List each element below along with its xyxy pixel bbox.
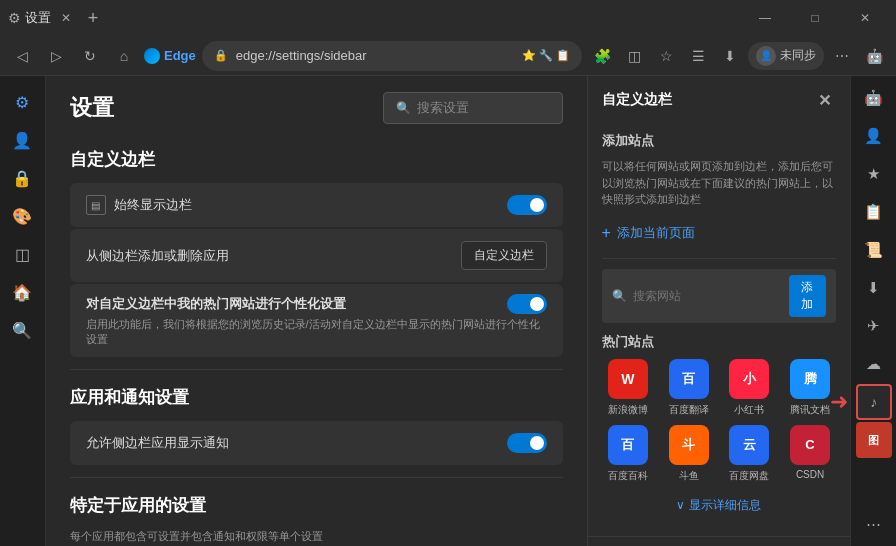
add-sites-desc: 可以将任何网站或网页添加到边栏，添加后您可以浏览热门网站或在下面建议的热门网站上… bbox=[602, 158, 837, 208]
baidu-wiki-icon: 百 bbox=[608, 425, 648, 465]
right-custom-sidebar-panel: 自定义边栏 ✕ 添加站点 可以将任何网站或网页添加到边栏，添加后您可以浏览热门网… bbox=[587, 76, 851, 546]
panel-divider1 bbox=[602, 258, 837, 259]
profile-btn[interactable]: 👤 未同步 bbox=[748, 42, 824, 70]
add-sites-title: 添加站点 bbox=[602, 132, 837, 150]
home-btn[interactable]: ⌂ bbox=[110, 42, 138, 70]
weibo-icon: W bbox=[608, 359, 648, 399]
always-show-row: ▤ 始终显示边栏 bbox=[70, 183, 563, 227]
minimize-btn[interactable]: — bbox=[742, 0, 788, 36]
hot-site-baidu-translate[interactable]: 百 百度翻译 bbox=[662, 359, 715, 417]
nav-profiles[interactable]: 👤 bbox=[4, 122, 40, 158]
avatar: 👤 bbox=[756, 46, 776, 66]
tab-close[interactable]: ✕ bbox=[61, 11, 71, 25]
douyu-icon: 斗 bbox=[669, 425, 709, 465]
left-nav: ⚙ 👤 🔒 🎨 ◫ 🏠 🔍 bbox=[0, 76, 46, 546]
new-tab-btn[interactable]: + bbox=[79, 4, 107, 32]
back-btn[interactable]: ◁ bbox=[8, 42, 36, 70]
hot-site-tencent-docs[interactable]: 腾 腾讯文档 bbox=[784, 359, 837, 417]
url-bar[interactable]: 🔒 edge://settings/sidebar ⭐ 🔧 📋 bbox=[202, 41, 582, 71]
hot-sites-grid: W 新浪微博 百 百度翻译 小 小红书 腾 腾讯文档 bbox=[602, 359, 837, 483]
apps-notifications-title: 应用和通知设置 bbox=[70, 386, 563, 409]
customize-sidebar-title: 自定义边栏 bbox=[70, 148, 563, 171]
fav-btn[interactable]: ☆ bbox=[652, 42, 680, 70]
settings-content: 自定义边栏 ▤ 始终显示边栏 从侧边栏添加或删除应用 自定义边栏 对自定义边栏中… bbox=[46, 148, 587, 546]
rs-favorites-icon[interactable]: ★ bbox=[856, 156, 892, 192]
personalize-row: 对自定义边栏中我的热门网站进行个性化设置 启用此功能后，我们将根据您的浏览历史记… bbox=[70, 284, 563, 357]
copilot-btn[interactable]: 🤖 bbox=[860, 42, 888, 70]
nav-privacy[interactable]: 🔒 bbox=[4, 160, 40, 196]
panel-divider2 bbox=[588, 536, 851, 537]
right-panel-header: 自定义边栏 ✕ bbox=[588, 76, 851, 124]
baidu-translate-icon: 百 bbox=[669, 359, 709, 399]
main-layout: ⚙ 👤 🔒 🎨 ◫ 🏠 🔍 设置 🔍 搜索设置 自定义边栏 ▤ 始终显示边栏 bbox=[0, 76, 896, 546]
titlebar: ⚙ 设置 ✕ + — □ ✕ bbox=[0, 0, 896, 36]
customize-sidebar-btn[interactable]: 自定义边栏 bbox=[461, 241, 547, 270]
notifications-toggle[interactable] bbox=[507, 433, 547, 453]
nav-sidebar[interactable]: ◫ bbox=[4, 236, 40, 272]
personalize-desc: 启用此功能后，我们将根据您的浏览历史记录/活动对自定义边栏中显示的热门网站进行个… bbox=[86, 317, 547, 347]
collections-btn[interactable]: ☰ bbox=[684, 42, 712, 70]
rs-share-icon[interactable]: ✈ bbox=[856, 308, 892, 344]
rs-profile-icon[interactable]: 👤 bbox=[856, 118, 892, 154]
site-search-bar: 🔍 添加 bbox=[602, 269, 837, 323]
tencent-docs-icon: 腾 bbox=[790, 359, 830, 399]
settings-search-bar[interactable]: 🔍 搜索设置 bbox=[383, 92, 563, 124]
xiaohongshu-icon: 小 bbox=[729, 359, 769, 399]
settings-header: 设置 🔍 搜索设置 bbox=[46, 76, 587, 132]
add-current-page-btn[interactable]: + 添加当前页面 bbox=[602, 218, 837, 248]
specific-apps-title: 特定于应用的设置 bbox=[70, 494, 563, 517]
rs-history-icon[interactable]: 📜 bbox=[856, 232, 892, 268]
rs-collections-icon[interactable]: 📋 bbox=[856, 194, 892, 230]
sidebar-icon: ▤ bbox=[86, 195, 106, 215]
add-sites-section: 添加站点 可以将任何网站或网页添加到边栏，添加后您可以浏览热门网站或在下面建议的… bbox=[588, 124, 851, 526]
right-panel-close-btn[interactable]: ✕ bbox=[812, 88, 836, 112]
hot-site-csdn[interactable]: C CSDN bbox=[784, 425, 837, 483]
rs-copilot-icon[interactable]: 🤖 bbox=[856, 80, 892, 116]
close-btn[interactable]: ✕ bbox=[842, 0, 888, 36]
add-site-btn[interactable]: 添加 bbox=[789, 275, 827, 317]
hot-site-weibo[interactable]: W 新浪微博 bbox=[602, 359, 655, 417]
add-remove-row: 从侧边栏添加或删除应用 自定义边栏 bbox=[70, 229, 563, 282]
specific-apps-desc: 每个应用都包含可设置并包含通知和权限等单个设置 bbox=[70, 529, 563, 544]
rs-cloud-icon[interactable]: ☁ bbox=[856, 346, 892, 382]
baidu-pan-icon: 云 bbox=[729, 425, 769, 465]
right-sidebar: 🤖 👤 ★ 📋 📜 ⬇ ✈ ☁ ♪ ➜ 图 ⋯ bbox=[850, 76, 896, 546]
settings-panel: 设置 🔍 搜索设置 自定义边栏 ▤ 始终显示边栏 从侧边栏添加或删除应用 自定义… bbox=[46, 76, 587, 546]
hot-site-baidu-pan[interactable]: 云 百度网盘 bbox=[723, 425, 776, 483]
hot-site-xiaohongshu[interactable]: 小 小红书 bbox=[723, 359, 776, 417]
nav-search[interactable]: 🔍 bbox=[4, 312, 40, 348]
rs-news-icon[interactable]: 图 bbox=[856, 422, 892, 458]
always-show-toggle[interactable] bbox=[507, 195, 547, 215]
nav-startpage[interactable]: 🏠 bbox=[4, 274, 40, 310]
settings-menu-btn[interactable]: ⋯ bbox=[828, 42, 856, 70]
sidebar-btn[interactable]: ◫ bbox=[620, 42, 648, 70]
downloads-btn[interactable]: ⬇ bbox=[716, 42, 744, 70]
hot-site-baidu-wiki[interactable]: 百 百度百科 bbox=[602, 425, 655, 483]
forward-btn[interactable]: ▷ bbox=[42, 42, 70, 70]
rs-tiktok-icon[interactable]: ♪ ➜ bbox=[856, 384, 892, 420]
addr-right-btns: 🧩 ◫ ☆ ☰ ⬇ 👤 未同步 ⋯ 🤖 bbox=[588, 42, 888, 70]
divider2 bbox=[70, 477, 563, 478]
maximize-btn[interactable]: □ bbox=[792, 0, 838, 36]
refresh-btn[interactable]: ↻ bbox=[76, 42, 104, 70]
nav-appearance[interactable]: 🎨 bbox=[4, 198, 40, 234]
extensions-btn[interactable]: 🧩 bbox=[588, 42, 616, 70]
divider1 bbox=[70, 369, 563, 370]
csdn-icon: C bbox=[790, 425, 830, 465]
notifications-row: 允许侧边栏应用显示通知 bbox=[70, 421, 563, 465]
edge-logo: Edge bbox=[144, 48, 196, 64]
site-search-input[interactable] bbox=[633, 289, 783, 303]
rs-downloads-icon[interactable]: ⬇ bbox=[856, 270, 892, 306]
rs-more-icon[interactable]: ⋯ bbox=[856, 506, 892, 542]
hot-sites-title: 热门站点 bbox=[602, 333, 837, 351]
tab-title: 设置 bbox=[25, 9, 51, 27]
show-more-btn[interactable]: ∨ 显示详细信息 bbox=[602, 493, 837, 518]
hot-site-douyu[interactable]: 斗 斗鱼 bbox=[662, 425, 715, 483]
addressbar: ◁ ▷ ↻ ⌂ Edge 🔒 edge://settings/sidebar ⭐… bbox=[0, 36, 896, 76]
personalize-toggle[interactable] bbox=[507, 294, 547, 314]
nav-settings[interactable]: ⚙ bbox=[4, 84, 40, 120]
settings-title: 设置 bbox=[70, 93, 114, 123]
